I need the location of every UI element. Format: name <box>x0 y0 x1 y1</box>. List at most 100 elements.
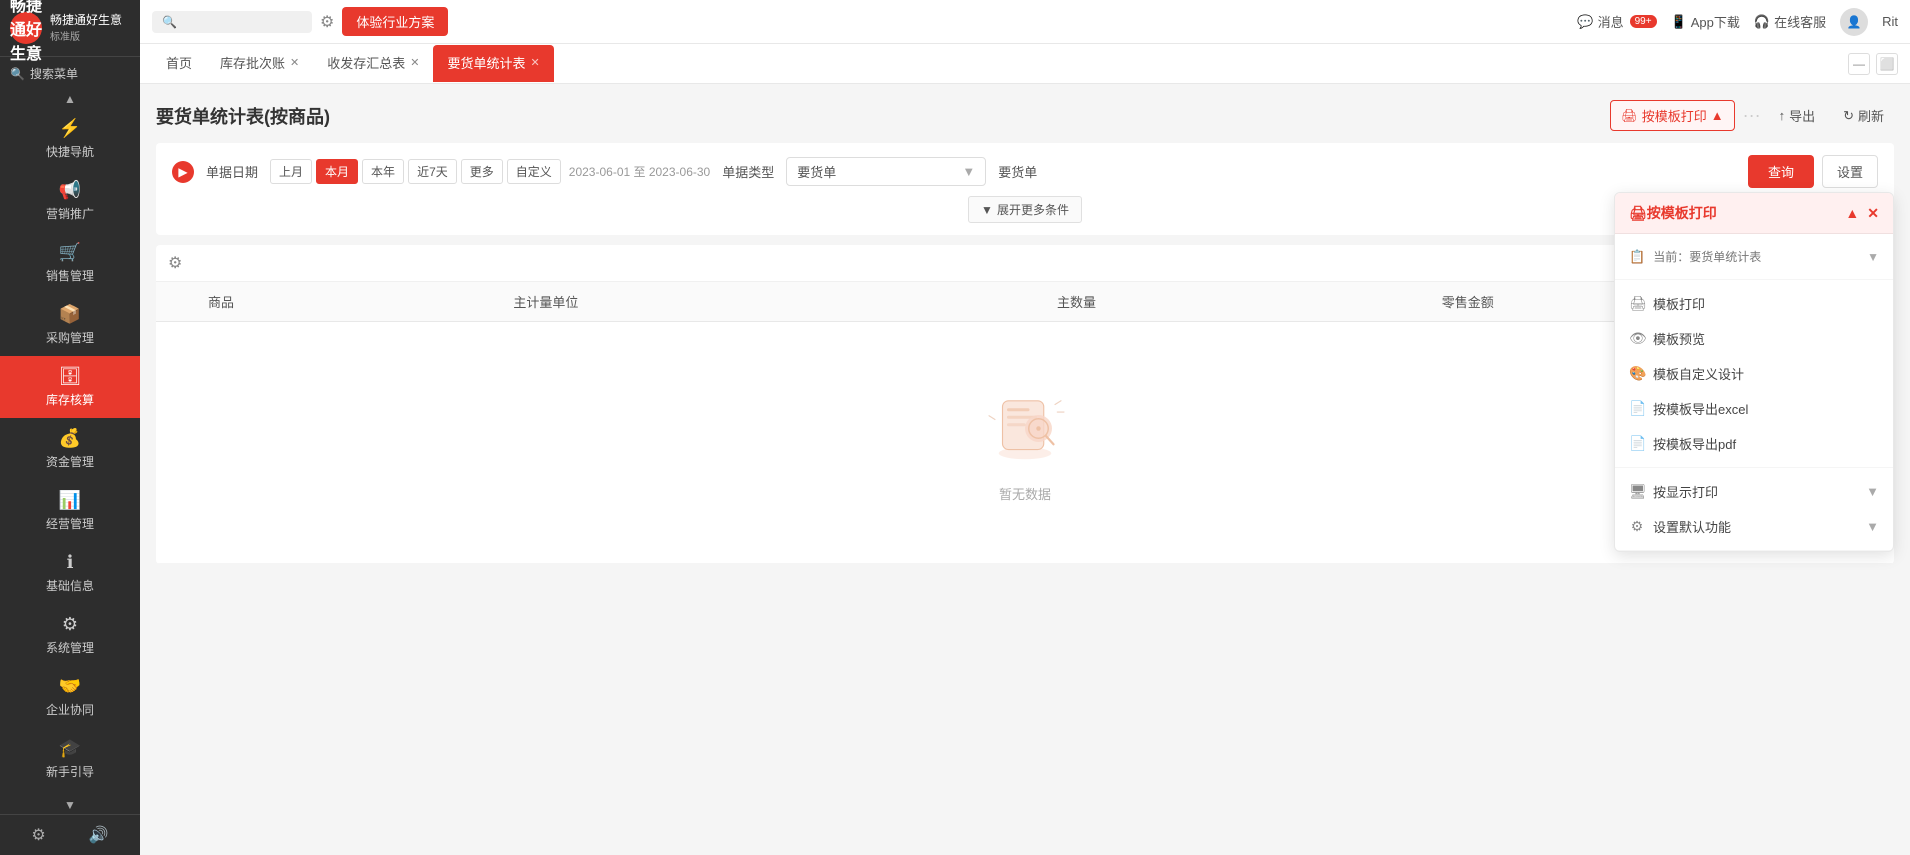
expand-more-button[interactable]: ▼ 展开更多条件 <box>968 196 1082 223</box>
print-template-button[interactable]: 🖨 按模板打印 ▲ <box>1610 100 1734 131</box>
sidebar-item-yingxiao[interactable]: 📢 营销推广 <box>0 170 140 232</box>
nav-label-jichu: 基础信息 <box>46 577 94 594</box>
refresh-label: 刷新 <box>1858 106 1884 125</box>
sidebar-item-caigou[interactable]: 📦 采购管理 <box>0 294 140 356</box>
sidebar-item-jingying[interactable]: 📊 经营管理 <box>0 480 140 542</box>
date-btn-custom[interactable]: 自定义 <box>507 159 561 184</box>
tab-kucun-pici[interactable]: 库存批次账 ✕ <box>206 45 313 82</box>
message-action[interactable]: 💬 消息 99+ <box>1577 12 1656 31</box>
date-btn-week7[interactable]: 近7天 <box>408 159 457 184</box>
sidebar-footer: ⚙ 🔊 <box>0 814 140 855</box>
dropdown-current-label: 📋 当前：要货单统计表 ▼ <box>1615 240 1893 273</box>
online-service-action[interactable]: 🎧 在线客服 <box>1754 12 1826 31</box>
current-label-text: 当前：要货单统计表 <box>1653 248 1761 265</box>
dropdown-close-icon[interactable]: ✕ <box>1867 205 1879 222</box>
avatar[interactable]: 👤 <box>1840 8 1868 36</box>
sidebar-item-qiye[interactable]: 🤝 企业协同 <box>0 666 140 728</box>
scroll-down-btn[interactable]: ▼ <box>0 796 140 814</box>
dropdown-item-template-excel[interactable]: 📄 按模板导出excel <box>1615 391 1893 426</box>
dropdown-current-section: 📋 当前：要货单统计表 ▼ <box>1615 234 1893 280</box>
tab-kucun-pici-label: 库存批次账 <box>220 53 285 72</box>
date-buttons: 上月 本月 本年 近7天 更多 自定义 2023-06-01 至 2023-06… <box>270 159 710 184</box>
nav-icon-xinshou: 🎓 <box>59 738 81 759</box>
date-btn-year[interactable]: 本年 <box>362 159 404 184</box>
table-gear-icon[interactable]: ⚙ <box>168 253 182 273</box>
yaohuo-label: 要货单 <box>998 162 1037 181</box>
header-dots-icon[interactable]: ··· <box>1743 105 1761 126</box>
nav-label-zijin: 资金管理 <box>46 453 94 470</box>
filter-expand-toggle[interactable]: ▶ <box>172 161 194 183</box>
topbar-gear-icon[interactable]: ⚙ <box>320 12 334 32</box>
sidebar-item-jichu[interactable]: ℹ 基础信息 <box>0 542 140 604</box>
main-area: 🔍 ⚙ 体验行业方案 💬 消息 99+ 📱 App下载 🎧 在线客服 👤 <box>140 0 1910 855</box>
type-select[interactable]: 要货单 ▼ <box>786 157 986 186</box>
sidebar-item-kuaijie[interactable]: ⚡ 快捷导航 <box>0 108 140 170</box>
dropdown-item-template-pdf[interactable]: 📄 按模板导出pdf <box>1615 426 1893 461</box>
content-area: 要货单统计表(按商品) 🖨 按模板打印 ▲ ··· ↑ 导出 ↻ 刷新 <box>140 84 1910 855</box>
sidebar-item-xiaoshou[interactable]: 🛒 销售管理 <box>0 232 140 294</box>
template-design-label: 模板自定义设计 <box>1653 364 1744 383</box>
tab-kucun-pici-close[interactable]: ✕ <box>290 56 299 69</box>
nav-icon-xiaoshou: 🛒 <box>59 242 81 263</box>
trial-button[interactable]: 体验行业方案 <box>342 7 448 36</box>
date-btn-more[interactable]: 更多 <box>461 159 503 184</box>
header-actions: 🖨 按模板打印 ▲ ··· ↑ 导出 ↻ 刷新 <box>1610 100 1894 131</box>
tab-home[interactable]: 首页 <box>152 45 206 82</box>
query-button[interactable]: 查询 <box>1748 155 1814 188</box>
window-maximize-btn[interactable]: ⬜ <box>1876 53 1898 75</box>
nav-icon-jingying: 📊 <box>59 490 81 511</box>
settings-icon[interactable]: ⚙ <box>31 825 45 845</box>
print-icon-header: 🖨 <box>1629 205 1647 222</box>
sidebar-item-xitong[interactable]: ⚙ 系统管理 <box>0 604 140 666</box>
app-version: 标准版 <box>50 28 122 43</box>
sidebar: 畅捷通好生意 畅捷通好生意 标准版 🔍 搜索菜单 ▲ ⚡ 快捷导航 📢 营销推广… <box>0 0 140 855</box>
nav-label-caigou: 采购管理 <box>46 329 94 346</box>
sound-icon[interactable]: 🔊 <box>89 825 109 845</box>
dropdown-item-template-preview[interactable]: 👁 模板预览 <box>1615 321 1893 356</box>
tab-yaohuo-tongji[interactable]: 要货单统计表 ✕ <box>433 45 553 82</box>
topbar: 🔍 ⚙ 体验行业方案 💬 消息 99+ 📱 App下载 🎧 在线客服 👤 <box>140 0 1910 44</box>
window-minimize-btn[interactable]: — <box>1848 53 1870 75</box>
date-btn-prev[interactable]: 上月 <box>270 159 312 184</box>
app-download-label: App下载 <box>1691 12 1740 31</box>
sidebar-nav: ⚡ 快捷导航 📢 营销推广 🛒 销售管理 📦 采购管理 🗄 库存核算 💰 资金管… <box>0 108 140 796</box>
dropdown-item-display-print[interactable]: 🖥 按显示打印 ▼ <box>1615 474 1893 509</box>
dropdown-item-template-print[interactable]: 🖨 模板打印 <box>1615 286 1893 321</box>
tab-shoufa-huizong-close[interactable]: ✕ <box>410 56 419 69</box>
download-icon: 📱 <box>1671 14 1687 30</box>
export-button[interactable]: ↑ 导出 <box>1769 101 1826 130</box>
date-btn-cur[interactable]: 本月 <box>316 159 358 184</box>
nav-icon-kucun: 🗄 <box>59 366 82 387</box>
template-pdf-icon: 📄 <box>1629 435 1645 452</box>
template-preview-icon: 👁 <box>1629 330 1645 347</box>
print-chevron-icon: ▲ <box>1711 108 1724 123</box>
app-download-action[interactable]: 📱 App下载 <box>1671 12 1740 31</box>
print-btn-label: 按模板打印 <box>1642 106 1707 125</box>
dropdown-item-default-func[interactable]: ⚙ 设置默认功能 ▼ <box>1615 509 1893 544</box>
tab-shoufa-huizong[interactable]: 收发存汇总表 ✕ <box>313 45 433 82</box>
window-controls: — ⬜ <box>1848 53 1898 75</box>
refresh-button[interactable]: ↻ 刷新 <box>1833 101 1894 130</box>
tabs-bar: 首页 库存批次账 ✕ 收发存汇总表 ✕ 要货单统计表 ✕ — ⬜ <box>140 44 1910 84</box>
sidebar-item-xinshou[interactable]: 🎓 新手引导 <box>0 728 140 790</box>
topbar-search-icon: 🔍 <box>162 15 177 29</box>
dropdown-expand-icon[interactable]: ▲ <box>1845 205 1859 222</box>
sidebar-item-zijin[interactable]: 💰 资金管理 <box>0 418 140 480</box>
topbar-search[interactable]: 🔍 <box>152 11 312 33</box>
display-print-arrow-icon: ▼ <box>1866 484 1879 499</box>
col-product: 商品 <box>196 282 501 322</box>
message-icon: 💬 <box>1577 14 1593 30</box>
service-icon: 🎧 <box>1754 14 1770 30</box>
tab-yaohuo-tongji-close[interactable]: ✕ <box>531 56 540 69</box>
topbar-left: 🔍 ⚙ 体验行业方案 <box>152 7 1569 36</box>
sidebar-search[interactable]: 🔍 搜索菜单 <box>0 57 140 90</box>
nav-icon-qiye: 🤝 <box>59 676 81 697</box>
sidebar-logo: 畅捷通好生意 畅捷通好生意 标准版 <box>0 0 140 57</box>
nav-label-qiye: 企业协同 <box>46 701 94 718</box>
nav-label-xitong: 系统管理 <box>46 639 94 656</box>
settings-button[interactable]: 设置 <box>1822 155 1878 188</box>
dropdown-item-template-design[interactable]: 🎨 模板自定义设计 <box>1615 356 1893 391</box>
username-label: Rit <box>1882 14 1898 29</box>
scroll-up-btn[interactable]: ▲ <box>0 90 140 108</box>
sidebar-item-kucun[interactable]: 🗄 库存核算 <box>0 356 140 418</box>
